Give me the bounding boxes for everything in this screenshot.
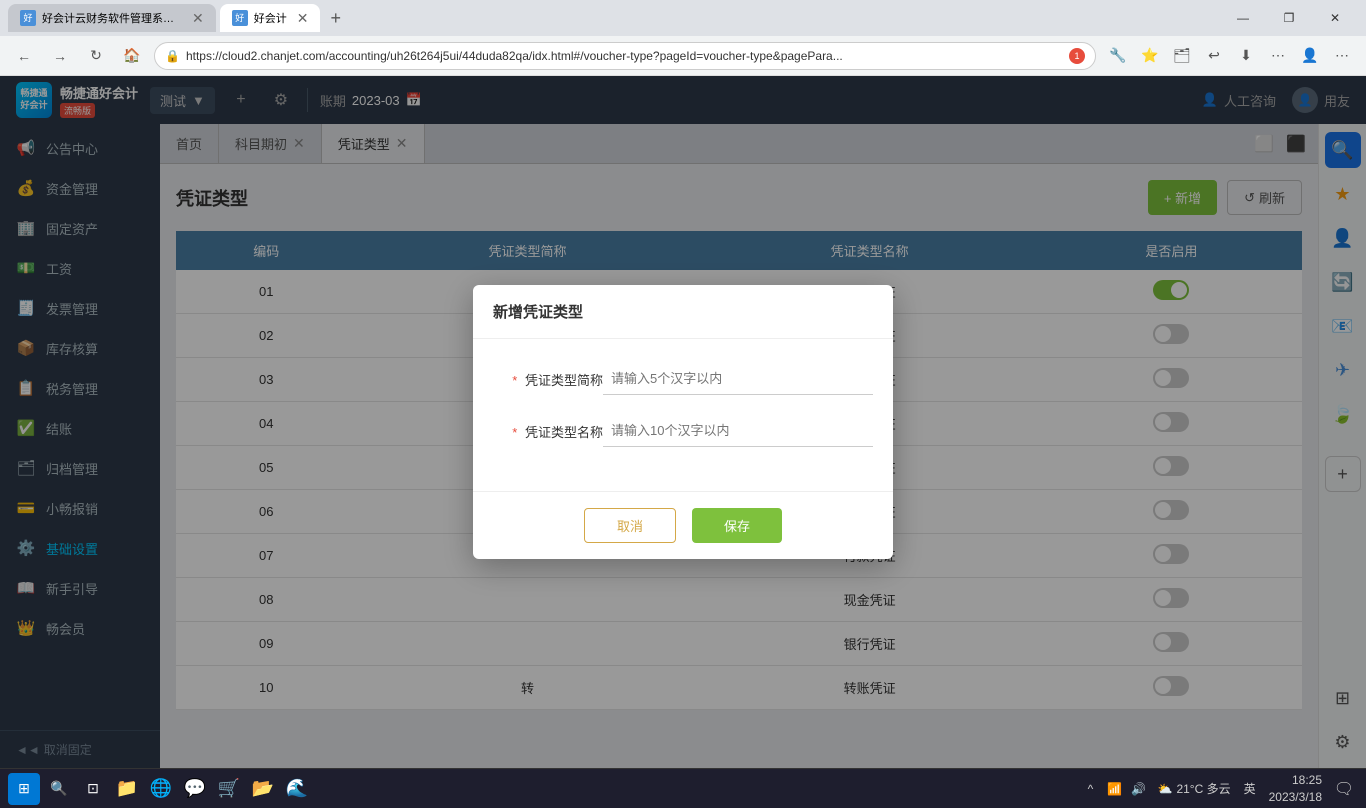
modal-overlay: 新增凭证类型 * 凭证类型简称 * 凭证类型名称 取消 保存 <box>0 76 1366 768</box>
date-display: 2023/3/18 <box>1269 789 1322 806</box>
taskbar-sys-icons: ^ 📶 🔊 <box>1080 778 1150 800</box>
tab-title-1: 好会计云财务软件管理系统_会计 <box>42 10 182 26</box>
browser-tab-1[interactable]: 好 好会计云财务软件管理系统_会计 ✕ <box>8 4 216 32</box>
tab-close-1[interactable]: ✕ <box>192 10 204 27</box>
full-name-input[interactable] <box>603 415 873 447</box>
taskbar-wechat-icon[interactable]: 💬 <box>180 774 210 804</box>
extensions-button[interactable]: 🔧 <box>1104 42 1132 70</box>
address-bar: ← → ↻ 🏠 🔒 https://cloud2.chanjet.com/acc… <box>0 36 1366 76</box>
more-button[interactable]: ⋯ <box>1328 42 1356 70</box>
taskbar-edge-icon[interactable]: 🌊 <box>282 774 312 804</box>
tab-close-2[interactable]: ✕ <box>297 10 309 27</box>
required-star-1: * <box>512 373 517 388</box>
full-name-label: * 凭证类型名称 <box>493 422 603 441</box>
volume-icon[interactable]: 🔊 <box>1128 778 1150 800</box>
modal-footer: 取消 保存 <box>473 491 893 559</box>
browser-tab-2[interactable]: 好 好会计 ✕ <box>220 4 321 32</box>
home-browser-button[interactable]: 🏠 <box>118 42 146 70</box>
save-modal-button[interactable]: 保存 <box>692 508 782 543</box>
new-tab-button[interactable]: + <box>324 8 347 29</box>
tab-bar: 好 好会计云财务软件管理系统_会计 ✕ 好 好会计 ✕ + — ❐ ✕ <box>0 0 1366 36</box>
taskbar-store-icon[interactable]: 🛒 <box>214 774 244 804</box>
close-button[interactable]: ✕ <box>1312 0 1358 36</box>
short-name-input[interactable] <box>603 363 873 395</box>
taskbar-chrome-icon[interactable]: 🌐 <box>146 774 176 804</box>
taskbar-weather[interactable]: ⛅ 21°C 多云 <box>1158 780 1231 797</box>
taskbar-time[interactable]: 18:25 2023/3/18 <box>1269 772 1322 806</box>
taskbar: ⊞ 🔍 ⊡ 📁 🌐 💬 🛒 📂 🌊 ^ 📶 🔊 ⛅ 21°C 多云 英 <box>0 768 1366 808</box>
minimize-button[interactable]: — <box>1220 0 1266 36</box>
weather-text: 21°C 多云 <box>1176 780 1230 797</box>
browser-chrome: 好 好会计云财务软件管理系统_会计 ✕ 好 好会计 ✕ + — ❐ ✕ ← → … <box>0 0 1366 76</box>
taskbar-search-icon[interactable]: 🔍 <box>44 774 74 804</box>
tab-manager-button[interactable]: 🗂 <box>1168 42 1196 70</box>
notification-center-button[interactable]: 🗨 <box>1330 775 1358 803</box>
settings-browser-button[interactable]: ⋯ <box>1264 42 1292 70</box>
download-button[interactable]: ⬇ <box>1232 42 1260 70</box>
tab-title-2: 好会计 <box>254 10 287 26</box>
lock-icon: 🔒 <box>165 49 180 63</box>
maximize-button[interactable]: ❐ <box>1266 0 1312 36</box>
network-icon[interactable]: ^ <box>1080 778 1102 800</box>
lang-icon[interactable]: 英 <box>1239 778 1261 800</box>
modal-title: 新增凭证类型 <box>493 304 583 321</box>
tab-favicon-1: 好 <box>20 10 36 26</box>
browser-actions: 🔧 ⭐ 🗂 ↩ ⬇ ⋯ 👤 ⋯ <box>1104 42 1356 70</box>
form-row-full-name: * 凭证类型名称 <box>493 415 873 447</box>
notification-badge: 1 <box>1069 48 1085 64</box>
wifi-icon[interactable]: 📶 <box>1104 778 1126 800</box>
short-name-label: * 凭证类型简称 <box>493 370 603 389</box>
required-star-2: * <box>512 425 517 440</box>
form-row-short-name: * 凭证类型简称 <box>493 363 873 395</box>
modal-header: 新增凭证类型 <box>473 285 893 339</box>
back-button[interactable]: ← <box>10 42 38 70</box>
history-button[interactable]: ↩ <box>1200 42 1228 70</box>
taskbar-right: ^ 📶 🔊 ⛅ 21°C 多云 英 18:25 2023/3/18 🗨 <box>1080 772 1359 806</box>
forward-button[interactable]: → <box>46 42 74 70</box>
tab-favicon-2: 好 <box>232 10 248 26</box>
time-display: 18:25 <box>1269 772 1322 789</box>
start-button[interactable]: ⊞ <box>8 773 40 805</box>
url-box[interactable]: 🔒 https://cloud2.chanjet.com/accounting/… <box>154 42 1096 70</box>
url-text: https://cloud2.chanjet.com/accounting/uh… <box>186 49 1063 63</box>
taskbar-multitask-icon[interactable]: ⊡ <box>78 774 108 804</box>
cancel-modal-button[interactable]: 取消 <box>584 508 676 543</box>
weather-icon: ⛅ <box>1158 782 1173 796</box>
taskbar-files-icon[interactable]: 📂 <box>248 774 278 804</box>
add-voucher-modal: 新增凭证类型 * 凭证类型简称 * 凭证类型名称 取消 保存 <box>473 285 893 559</box>
taskbar-explorer-icon[interactable]: 📁 <box>112 774 142 804</box>
window-controls: — ❐ ✕ <box>1220 0 1358 36</box>
profile-button[interactable]: 👤 <box>1296 42 1324 70</box>
modal-body: * 凭证类型简称 * 凭证类型名称 <box>473 339 893 491</box>
refresh-browser-button[interactable]: ↻ <box>82 42 110 70</box>
bookmarks-button[interactable]: ⭐ <box>1136 42 1164 70</box>
